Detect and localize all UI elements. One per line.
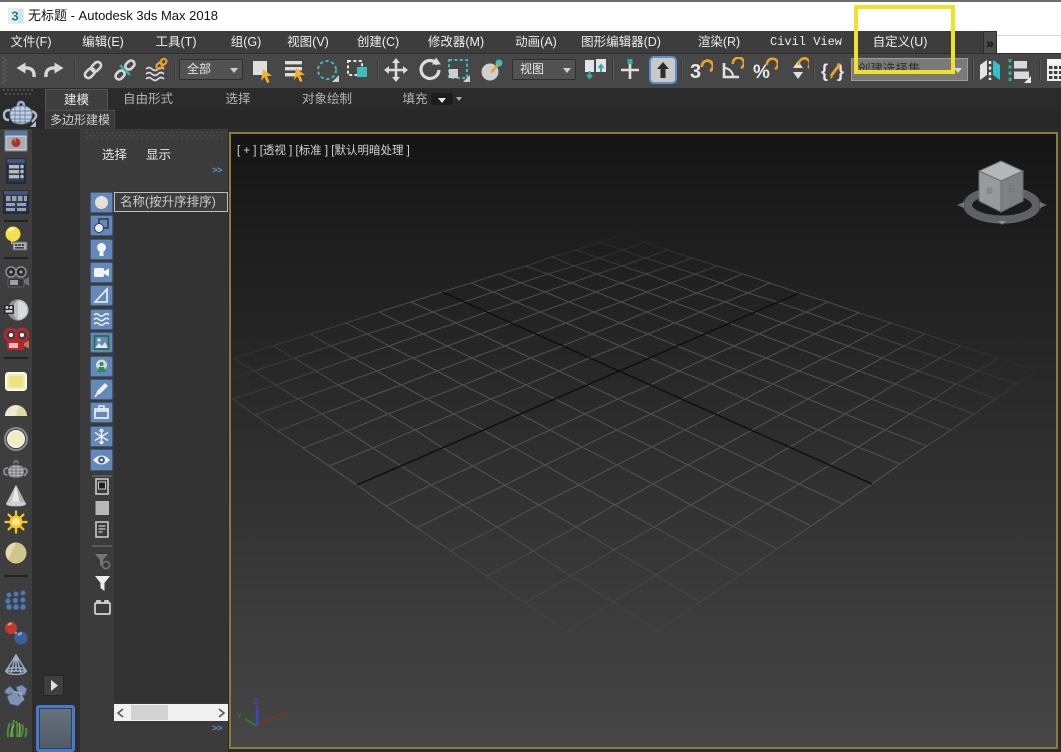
- svg-text:3: 3: [11, 9, 18, 24]
- svg-text:z: z: [254, 696, 259, 707]
- svg-text:%: %: [753, 62, 770, 83]
- svg-text:{: {: [821, 61, 828, 81]
- svg-text:x: x: [283, 708, 288, 718]
- svg-text:3: 3: [690, 61, 701, 83]
- svg-text:y: y: [237, 709, 242, 719]
- svg-text:右: 右: [1008, 184, 1015, 193]
- svg-text:前: 前: [986, 186, 993, 195]
- svg-text:}: }: [837, 61, 844, 81]
